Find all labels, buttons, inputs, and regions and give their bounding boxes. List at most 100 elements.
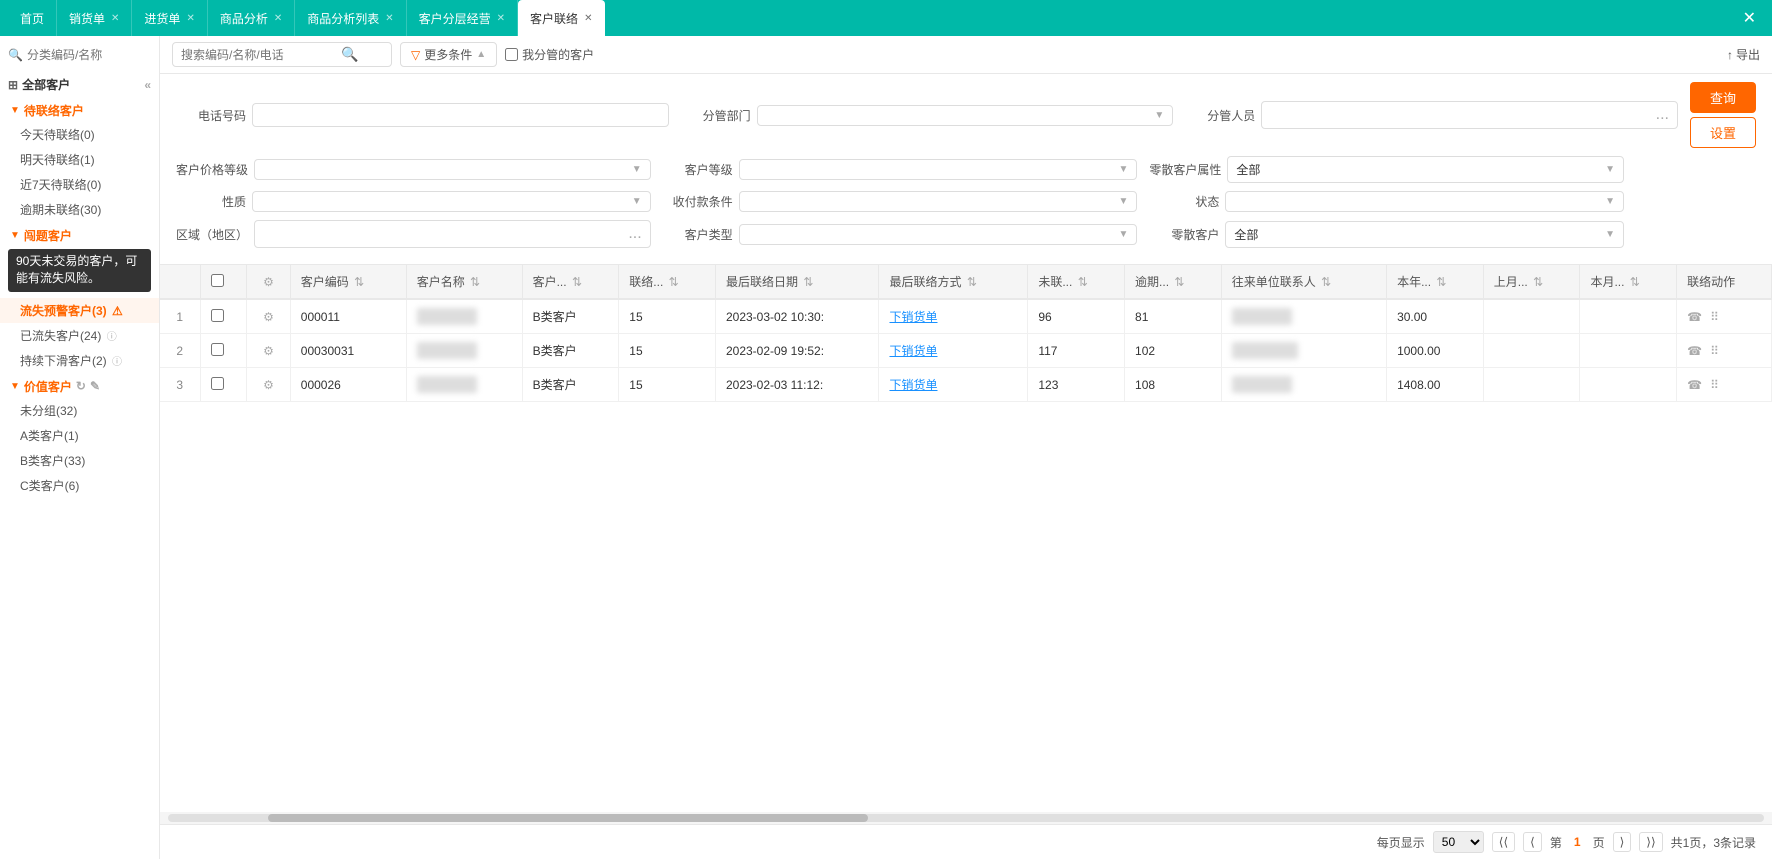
- th-last-date[interactable]: 最后联络日期 ⇅: [715, 265, 879, 299]
- row-last-method-2[interactable]: 下销货单: [879, 334, 1028, 368]
- next-page-button[interactable]: ⟩: [1613, 832, 1632, 852]
- sidebar-item-unclassified[interactable]: 未分组(32): [0, 398, 159, 423]
- th-uncontacted[interactable]: 未联... ⇅: [1028, 265, 1125, 299]
- select-all-checkbox[interactable]: [211, 274, 224, 287]
- filter-row-2: 客户价格等级 ▼ 客户等级 ▼ 零散客户属性 全部: [176, 156, 1756, 183]
- close-icon[interactable]: ✕: [385, 13, 393, 24]
- customer-level-select[interactable]: ▼: [739, 159, 1138, 180]
- close-icon[interactable]: ✕: [111, 13, 119, 24]
- sidebar-item-class-b[interactable]: B类客户(33): [0, 448, 159, 473]
- close-icon[interactable]: ✕: [497, 13, 505, 24]
- sidebar-item-churned[interactable]: 已流失客户(24) ⓘ: [0, 323, 159, 348]
- tab-analysis[interactable]: 商品分析 ✕: [208, 0, 295, 36]
- scrollbar-thumb[interactable]: [268, 814, 868, 822]
- tab-analysis-list[interactable]: 商品分析列表 ✕: [295, 0, 406, 36]
- status-select[interactable]: ▼: [1225, 191, 1624, 212]
- row-last-method-1[interactable]: 下销货单: [879, 299, 1028, 334]
- sidebar-item-7days[interactable]: 近7天待联络(0): [0, 172, 159, 197]
- tab-customer-segment[interactable]: 客户分层经营 ✕: [407, 0, 518, 36]
- first-page-button[interactable]: ⟨⟨: [1492, 832, 1515, 852]
- query-button[interactable]: 查询: [1690, 82, 1756, 113]
- th-gear[interactable]: ⚙: [247, 265, 291, 299]
- th-last-method[interactable]: 最后联络方式 ⇅: [879, 265, 1028, 299]
- th-name[interactable]: 客户名称 ⇅: [406, 265, 522, 299]
- search-icon[interactable]: 🔍: [341, 46, 358, 63]
- payment-select[interactable]: ▼: [739, 191, 1138, 212]
- close-window-button[interactable]: ✕: [1735, 8, 1764, 28]
- tab-purchase[interactable]: 进货单 ✕: [132, 0, 207, 36]
- dept-select[interactable]: ▼: [757, 105, 1174, 126]
- sidebar-search-input[interactable]: [27, 48, 151, 62]
- th-type[interactable]: 客户... ⇅: [522, 265, 619, 299]
- th-code[interactable]: 客户编码 ⇅: [290, 265, 406, 299]
- export-button[interactable]: ↑ 导出: [1727, 46, 1760, 63]
- row-last-method-3[interactable]: 下销货单: [879, 368, 1028, 402]
- customer-type-select[interactable]: ▼: [739, 224, 1138, 245]
- nature-select[interactable]: ▼: [252, 191, 651, 212]
- per-page-select[interactable]: 50 100 200: [1433, 831, 1484, 853]
- zero-attr-select[interactable]: 全部 ▼: [1227, 156, 1624, 183]
- horizontal-scrollbar[interactable]: [160, 812, 1772, 824]
- sidebar-item-tomorrow[interactable]: 明天待联络(1): [0, 147, 159, 172]
- region-select[interactable]: ...: [254, 220, 651, 248]
- settings-button[interactable]: 设置: [1690, 117, 1756, 148]
- person-select[interactable]: ...: [1261, 101, 1678, 129]
- phone-action-icon[interactable]: ☎: [1687, 344, 1702, 358]
- close-icon[interactable]: ✕: [584, 13, 592, 24]
- th-unit-contact[interactable]: 往来单位联系人 ⇅: [1221, 265, 1386, 299]
- tab-home[interactable]: 首页: [8, 0, 57, 36]
- phone-action-icon[interactable]: ☎: [1687, 310, 1702, 324]
- th-last-month[interactable]: 上月... ⇅: [1483, 265, 1580, 299]
- sidebar-item-overdue[interactable]: 逾期未联络(30): [0, 197, 159, 222]
- more-action-icon[interactable]: ⠿: [1710, 344, 1719, 358]
- my-customers-checkbox-label[interactable]: 我分管的客户: [505, 46, 594, 63]
- more-conditions-button[interactable]: ▽ 更多条件 ▲: [400, 42, 497, 67]
- row-checkbox-1[interactable]: [200, 299, 247, 334]
- sidebar-item-declining[interactable]: 持续下滑客户(2) ⓘ: [0, 348, 159, 373]
- sidebar-item-class-c[interactable]: C类客户(6): [0, 473, 159, 498]
- edit-icon[interactable]: ✎: [90, 379, 100, 393]
- search-box[interactable]: 🔍: [172, 42, 392, 67]
- close-icon[interactable]: ✕: [274, 13, 282, 24]
- more-icon[interactable]: ...: [1656, 106, 1669, 124]
- close-icon[interactable]: ✕: [186, 13, 194, 24]
- row-checkbox-3[interactable]: [200, 368, 247, 402]
- phone-action-icon[interactable]: ☎: [1687, 378, 1702, 392]
- row-gear-1[interactable]: ⚙: [247, 299, 291, 334]
- more-action-icon[interactable]: ⠿: [1710, 378, 1719, 392]
- sidebar-search-box[interactable]: 🔍: [0, 44, 159, 66]
- last-page-button[interactable]: ⟩⟩: [1639, 832, 1662, 852]
- search-input[interactable]: [181, 48, 341, 62]
- dept-field: 分管部门 ▼: [681, 105, 1174, 126]
- sidebar-item-class-a[interactable]: A类客户(1): [0, 423, 159, 448]
- section-pending-contact[interactable]: ▼ 待联络客户: [0, 97, 159, 122]
- th-this-year[interactable]: 本年... ⇅: [1387, 265, 1484, 299]
- arrow-down-icon: ▼: [10, 105, 20, 116]
- scrollbar-track[interactable]: [168, 814, 1764, 822]
- th-contact[interactable]: 联络... ⇅: [619, 265, 716, 299]
- sort-icon: ⇅: [803, 275, 813, 289]
- row-gear-2[interactable]: ⚙: [247, 334, 291, 368]
- more-action-icon[interactable]: ⠿: [1710, 310, 1719, 324]
- refresh-icon[interactable]: ↻: [76, 379, 86, 393]
- th-overdue[interactable]: 逾期... ⇅: [1125, 265, 1222, 299]
- sidebar-item-churn-warning[interactable]: 流失预警客户(3) ⚠: [0, 298, 159, 323]
- all-customers-header[interactable]: ⊞ 全部客户 «: [0, 72, 159, 97]
- tab-customer-contact[interactable]: 客户联络 ✕: [518, 0, 605, 36]
- sidebar-item-today[interactable]: 今天待联络(0): [0, 122, 159, 147]
- prev-page-button[interactable]: ⟨: [1523, 832, 1542, 852]
- my-customers-checkbox[interactable]: [505, 48, 518, 61]
- th-checkbox[interactable]: [200, 265, 247, 299]
- tab-sales[interactable]: 销货单 ✕: [57, 0, 132, 36]
- section-value-customers[interactable]: ▼ 价值客户 ↻ ✎: [0, 373, 159, 398]
- price-level-select[interactable]: ▼: [254, 159, 651, 180]
- th-this-month[interactable]: 本月... ⇅: [1580, 265, 1677, 299]
- row-gear-3[interactable]: ⚙: [247, 368, 291, 402]
- more-icon[interactable]: ...: [628, 225, 641, 243]
- row-checkbox-2[interactable]: [200, 334, 247, 368]
- section-problem-customers[interactable]: ▼ 闯题客户: [0, 222, 159, 247]
- chevron-down-icon: ▼: [632, 196, 642, 207]
- zero-customer-select[interactable]: 全部 ▼: [1225, 221, 1624, 248]
- phone-input[interactable]: [252, 103, 669, 127]
- data-table-container[interactable]: ⚙ 客户编码 ⇅ 客户名称 ⇅ 客户... ⇅: [160, 265, 1772, 812]
